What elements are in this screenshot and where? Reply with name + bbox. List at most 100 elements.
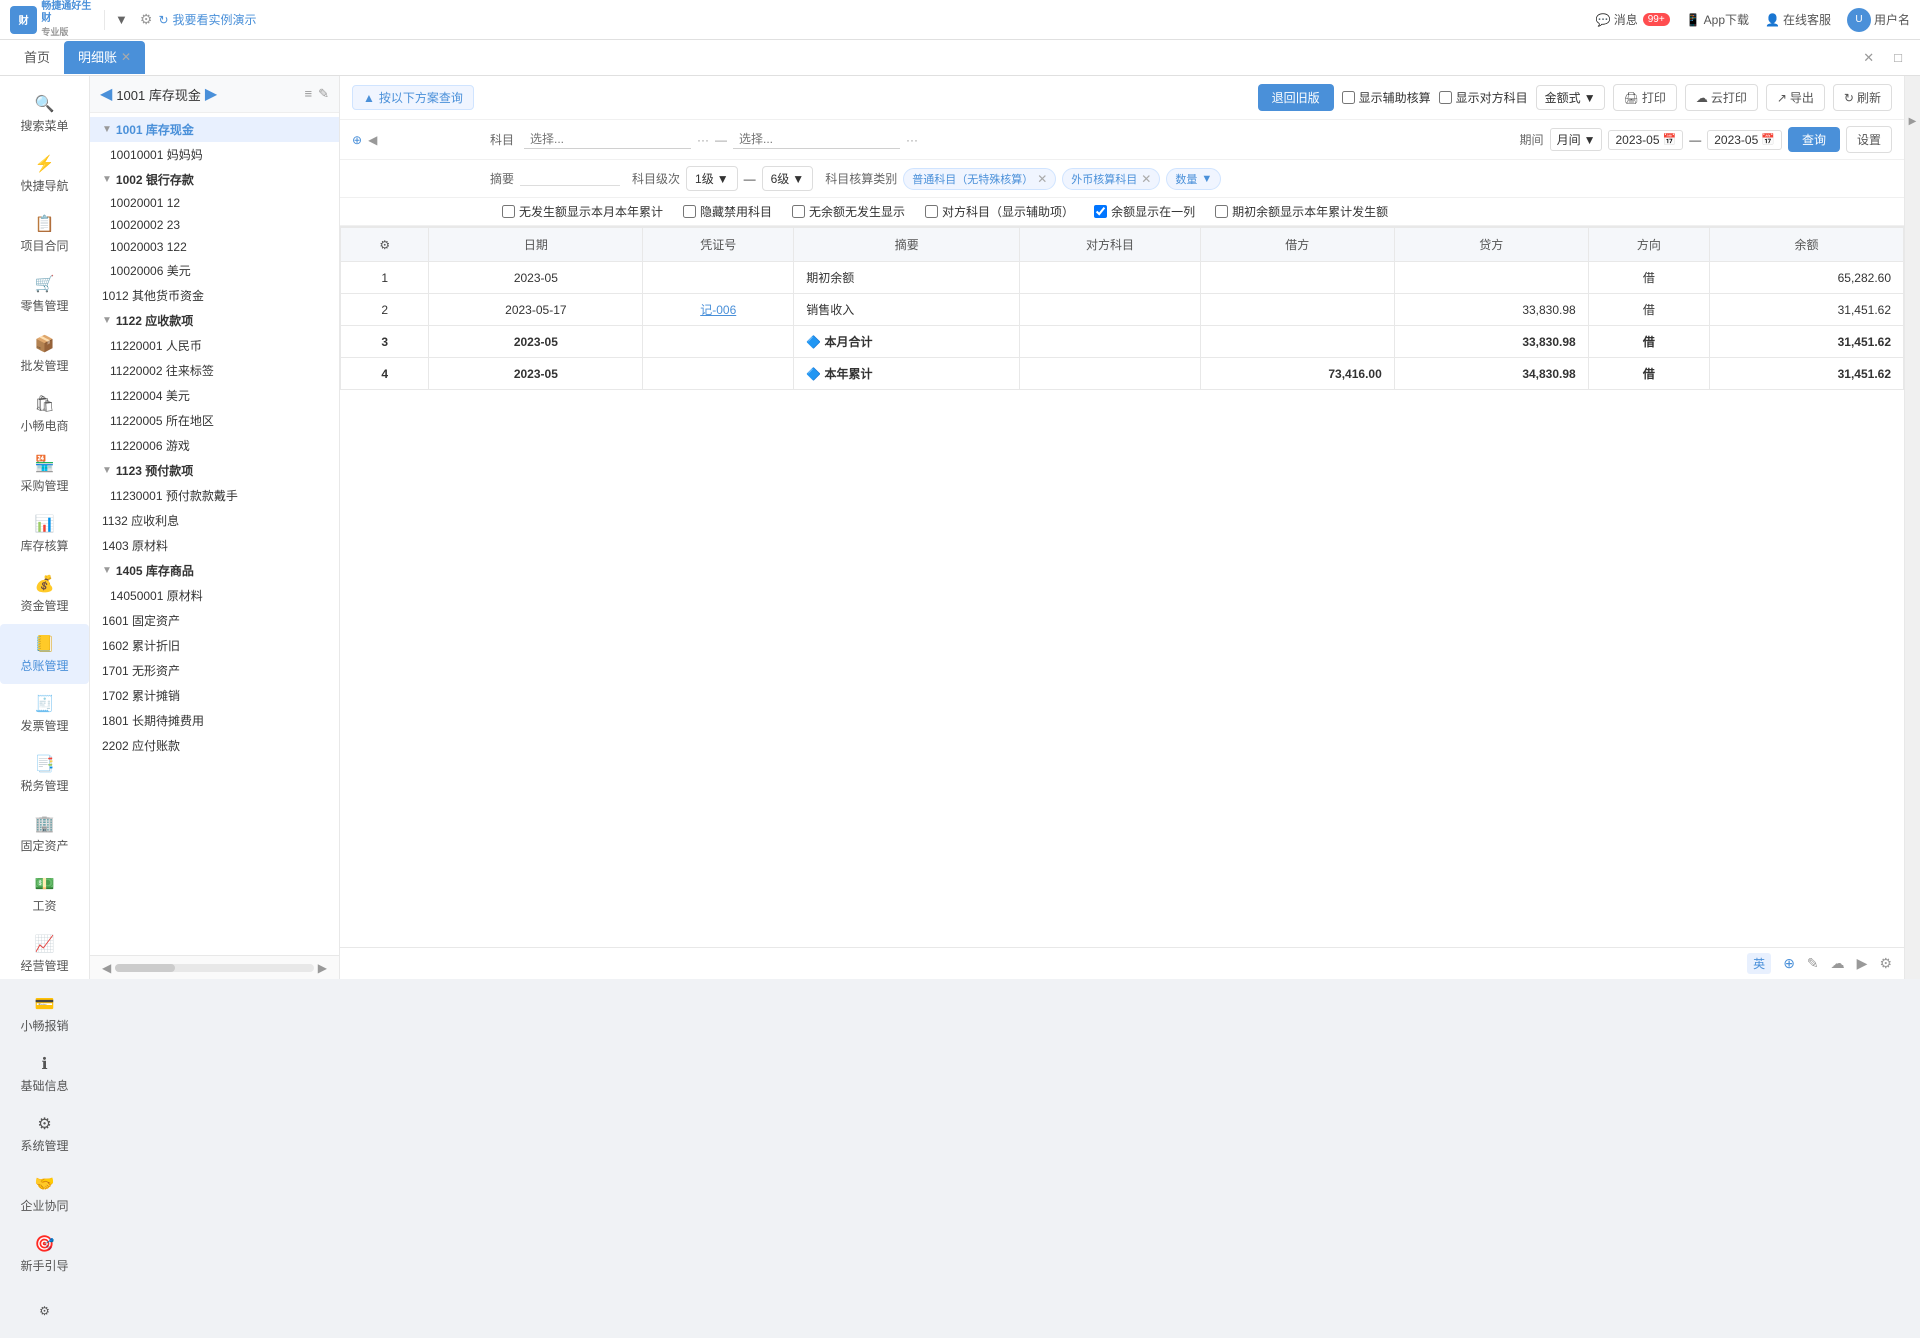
level-start-select[interactable]: 1级 ▼ [686,166,738,191]
nav-item-system[interactable]: ⚙ 系统管理 [0,1104,89,1164]
tree-node-11220002[interactable]: 11220002 往来标签 [90,358,339,383]
status-play-icon[interactable]: ▶ [1857,955,1868,972]
forward-arrow-icon[interactable]: ▶ [205,84,217,104]
cb-hide-disabled[interactable]: 隐藏禁用科目 [683,203,772,220]
tab-detail[interactable]: 明细账 ✕ [64,41,145,74]
return-old-btn[interactable]: 退回旧版 [1258,84,1334,111]
dropdown-icon[interactable]: ▼ [109,9,134,30]
nav-item-quick[interactable]: ⚡ 快捷导航 [0,144,89,204]
window-close-btn[interactable]: ✕ [1855,48,1882,68]
tree-scroll-bar[interactable]: ◀ ▶ [90,955,339,979]
tree-node-1123[interactable]: ▼ 1123 预付款项 [90,458,339,483]
nav-item-search[interactable]: 🔍 搜索菜单 [0,84,89,144]
tree-node-10010001[interactable]: 10010001 妈妈妈 [90,142,339,167]
col-settings[interactable]: ⚙ [341,228,429,262]
show-help-calc-checkbox[interactable]: 显示辅助核算 [1342,89,1431,106]
tree-node-11220004[interactable]: 11220004 美元 [90,383,339,408]
tree-node-1122[interactable]: ▼ 1122 应收款项 [90,308,339,333]
tree-node-11220001[interactable]: 11220001 人民币 [90,333,339,358]
tag-normal-close-icon[interactable]: ✕ [1037,172,1047,186]
voucher-link[interactable]: 记-006 [700,303,736,317]
nav-item-ecommerce[interactable]: 🛍 小畅电商 [0,384,89,444]
tree-node-1132[interactable]: 1132 应收利息 [90,508,339,533]
tree-menu-icon[interactable]: ≡ [305,86,313,102]
nav-item-project[interactable]: 📋 项目合同 [0,204,89,264]
export-btn[interactable]: ↗ 导出 [1766,84,1825,111]
nav-item-purchase[interactable]: 🏪 采购管理 [0,444,89,504]
status-edit-icon[interactable]: ✎ [1807,955,1819,972]
scroll-right-arrow[interactable]: ▶ [314,961,331,975]
nav-settings-btn[interactable]: ⚙ [35,1294,54,1328]
nav-item-inventory[interactable]: 📊 库存核算 [0,504,89,564]
tab-close-icon[interactable]: ✕ [121,50,131,64]
arrow-left-icon[interactable]: ◀ [100,84,112,104]
tree-node-10020002[interactable]: 10020002 23 [90,214,339,236]
window-maximize-btn[interactable]: □ [1886,48,1910,68]
tree-node-10020001[interactable]: 10020001 12 [90,192,339,214]
tree-node-11230001[interactable]: 11230001 预付款款戴手 [90,483,339,508]
level-end-select[interactable]: 6级 ▼ [762,166,814,191]
tree-node-1801[interactable]: 1801 长期待摊费用 [90,708,339,733]
message-btn[interactable]: 💬 消息 99+ [1596,11,1670,28]
nav-item-ledger[interactable]: 📒 总账管理 [0,624,89,684]
tree-node-1001[interactable]: ▼ 1001 库存现金 [90,117,339,142]
nav-item-expense[interactable]: 💳 小畅报销 [0,984,89,1044]
tree-edit-icon[interactable]: ✎ [318,86,329,102]
tree-node-14050001[interactable]: 14050001 原材料 [90,583,339,608]
cb-no-balance[interactable]: 无余额无发生显示 [792,203,905,220]
scroll-track[interactable] [115,964,314,972]
amount-format-select[interactable]: 金额式 ▼ [1536,85,1605,110]
period-start-select[interactable]: 2023-05 📅 [1608,130,1683,150]
nav-item-salary[interactable]: 💵 工资 [0,864,89,924]
tree-node-1403[interactable]: 1403 原材料 [90,533,339,558]
tree-node-1405[interactable]: ▼ 1405 库存商品 [90,558,339,583]
cloud-print-btn[interactable]: ☁ 云打印 [1685,84,1758,111]
right-collapse-icon[interactable]: ▶ [1909,116,1917,127]
nav-item-corp[interactable]: 🤝 企业协同 [0,1164,89,1224]
refresh-btn[interactable]: ↻ 刷新 [1833,84,1892,111]
tree-node-1602[interactable]: 1602 累计折旧 [90,633,339,658]
cb-no-amount[interactable]: 无发生额显示本月本年累计 [502,203,663,220]
period-type-select[interactable]: 月间 ▼ [1550,128,1603,151]
nav-item-wholesale[interactable]: 📦 批发管理 [0,324,89,384]
tag-foreign-close-icon[interactable]: ✕ [1141,172,1151,186]
row2-voucher[interactable]: 记-006 [643,294,794,326]
period-end-select[interactable]: 2023-05 📅 [1707,130,1782,150]
cb-opening-ytd[interactable]: 期初余额显示本年累计发生额 [1215,203,1388,220]
tree-node-1702[interactable]: 1702 累计摊销 [90,683,339,708]
nav-item-basic[interactable]: ℹ 基础信息 [0,1044,89,1104]
tag-quantity[interactable]: 数量 ▼ [1166,168,1221,190]
user-area[interactable]: U 用户名 [1847,8,1910,32]
summary-input[interactable] [520,171,620,186]
settings-icon[interactable]: ⚙ [134,8,159,31]
status-plus-icon[interactable]: ⊕ [1783,955,1795,972]
print-btn[interactable]: 🖨 打印 [1613,84,1677,111]
tree-node-11220006[interactable]: 11220006 游戏 [90,433,339,458]
subject-filter-input[interactable] [524,130,691,149]
tree-node-10020003[interactable]: 10020003 122 [90,236,339,258]
subject-filter-input2[interactable] [733,130,900,149]
tree-node-2202[interactable]: 2202 应付账款 [90,733,339,758]
show-contra-checkbox[interactable]: 显示对方科目 [1439,89,1528,106]
nav-item-finance[interactable]: 💰 资金管理 [0,564,89,624]
breadcrumb-current[interactable]: ▲ 按以下方案查询 [352,85,474,110]
status-cloud-icon[interactable]: ☁ [1831,955,1845,972]
status-cn-icon[interactable]: 英 [1747,953,1771,974]
tree-node-1601[interactable]: 1601 固定资产 [90,608,339,633]
demo-button[interactable]: ↻ 我要看实例演示 [158,11,256,28]
filter-settings-icon[interactable]: ⊕ [352,133,362,147]
tree-node-1012[interactable]: 1012 其他货币资金 [90,283,339,308]
status-gear-icon[interactable]: ⚙ [1879,955,1892,972]
nav-item-tax[interactable]: 📑 税务管理 [0,744,89,804]
scroll-left-arrow[interactable]: ◀ [98,961,115,975]
tree-node-10020006[interactable]: 10020006 美元 [90,258,339,283]
nav-item-invoice[interactable]: 🧾 发票管理 [0,684,89,744]
app-download-btn[interactable]: 📱 App下载 [1686,11,1749,28]
tree-node-1002[interactable]: ▼ 1002 银行存款 [90,167,339,192]
nav-item-management[interactable]: 📈 经营管理 [0,924,89,984]
nav-item-assets[interactable]: 🏢 固定资产 [0,804,89,864]
cb-balance-one-col[interactable]: 余额显示在一列 [1094,203,1195,220]
nav-item-retail[interactable]: 🛒 零售管理 [0,264,89,324]
cb-contra-subject[interactable]: 对方科目（显示辅助项） [925,203,1074,220]
filter-settings-btn[interactable]: 设置 [1846,126,1892,153]
